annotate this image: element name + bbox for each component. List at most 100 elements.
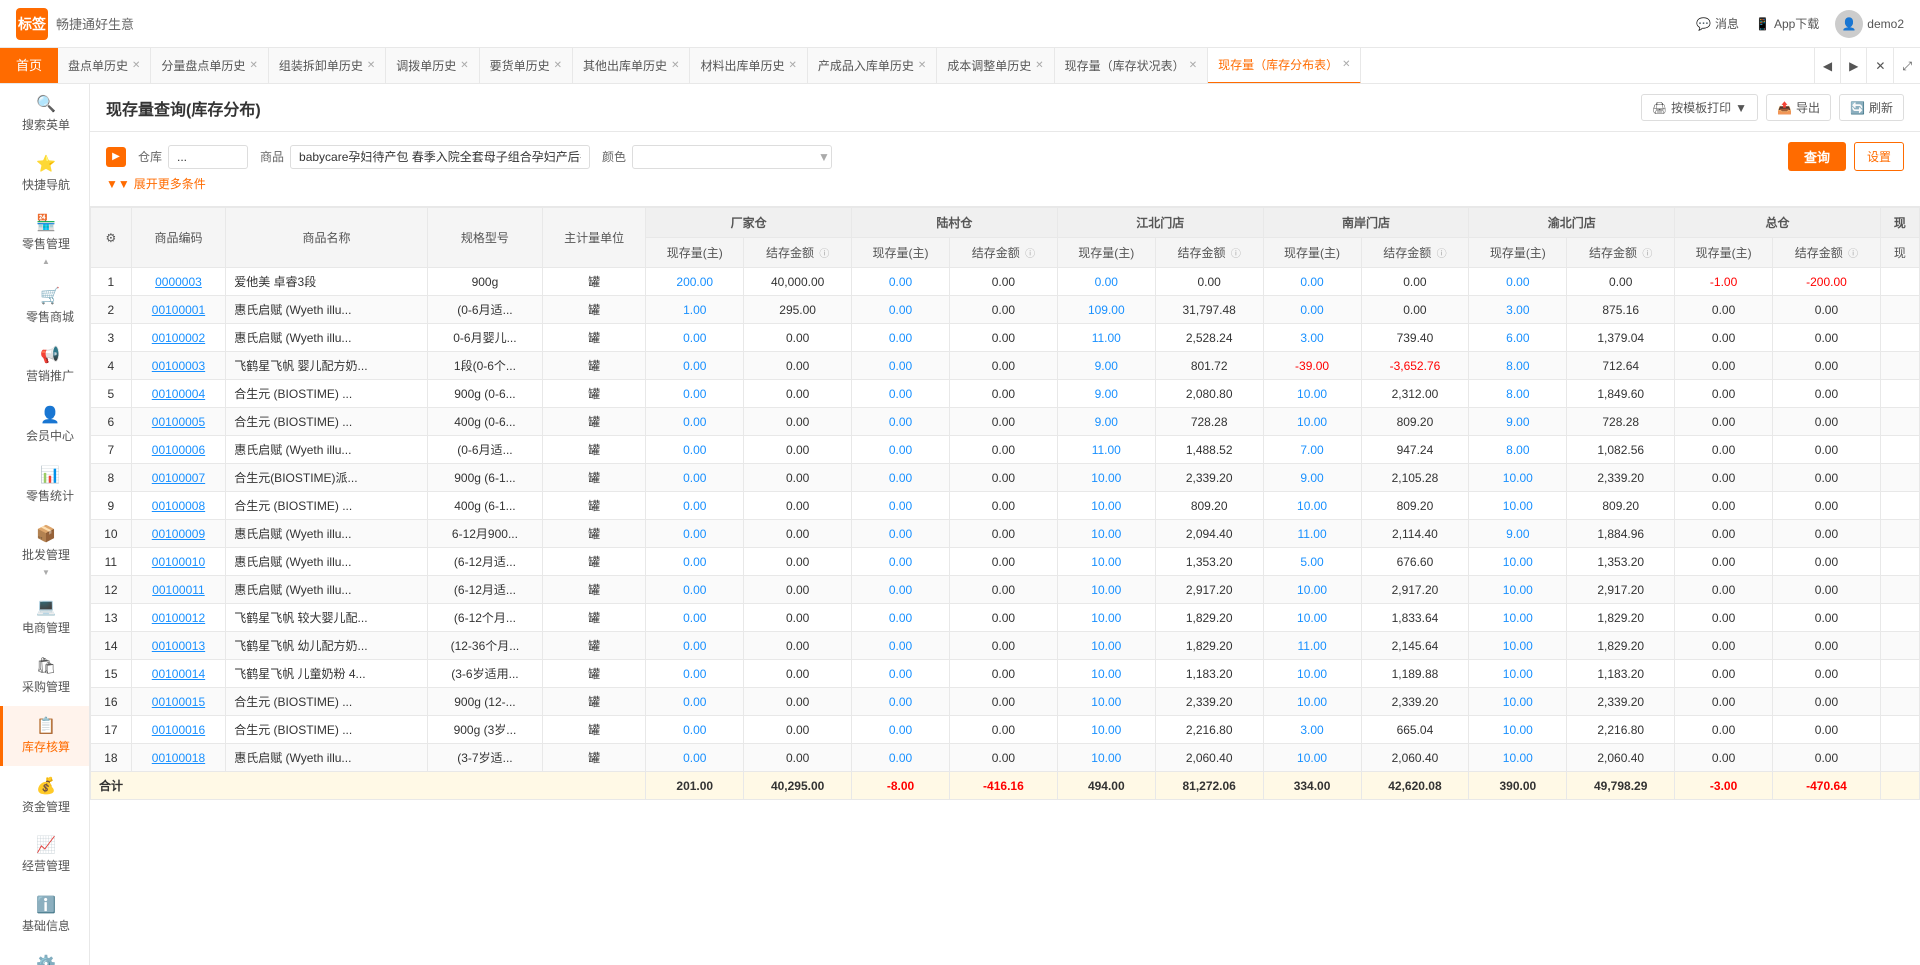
sidebar-item-retail-stats[interactable]: 📊 零售统计 xyxy=(0,455,89,515)
setting-button[interactable]: 设置 xyxy=(1854,142,1904,171)
tab-chengben[interactable]: 成本调整单历史 ✕ xyxy=(937,48,1054,84)
warehouse-input[interactable] xyxy=(168,145,248,169)
row-total-qty: -1.00 xyxy=(1675,268,1773,296)
row-total-qty: 0.00 xyxy=(1675,548,1773,576)
row-na-qty: 10.00 xyxy=(1263,492,1361,520)
row-l-amt: 0.00 xyxy=(950,492,1058,520)
sidebar-item-retail[interactable]: 🏪 零售管理 ▲ xyxy=(0,203,89,276)
user-menu[interactable]: 👤 demo2 xyxy=(1835,10,1904,38)
row-l-qty: 0.00 xyxy=(852,268,950,296)
row-na-qty: 3.00 xyxy=(1263,716,1361,744)
tab-zuchaipu[interactable]: 组装拆卸单历史 ✕ xyxy=(269,48,386,84)
query-button[interactable]: 查询 xyxy=(1788,142,1846,171)
sidebar-item-system[interactable]: ⚙️ 系统管理 xyxy=(0,944,89,965)
row-na-qty: 11.00 xyxy=(1263,632,1361,660)
row-jb-qty: 10.00 xyxy=(1057,604,1155,632)
row-l-amt: 0.00 xyxy=(950,688,1058,716)
row-f-amt: 0.00 xyxy=(744,660,852,688)
content-area: 现存量查询(库存分布) 🖨 按模板打印 ▼ 📤 导出 🔄 刷新 xyxy=(90,84,1920,965)
sidebar-item-search[interactable]: 🔍 搜索英单 xyxy=(0,84,89,144)
row-l-amt: 0.00 xyxy=(950,408,1058,436)
sidebar-item-marketing[interactable]: 📢 营销推广 xyxy=(0,335,89,395)
col-current-header: 现 xyxy=(1880,208,1919,238)
sidebar-item-ecommerce[interactable]: 💻 电商管理 xyxy=(0,587,89,647)
export-btn[interactable]: 📤 导出 xyxy=(1766,94,1831,121)
sidebar-item-mall[interactable]: 🛒 零售商城 xyxy=(0,276,89,336)
tab-close-4[interactable]: ✕ xyxy=(460,60,468,71)
row-yb-amt: 1,353.20 xyxy=(1567,548,1675,576)
row-jb-qty: 10.00 xyxy=(1057,548,1155,576)
tab-close-11[interactable]: ✕ xyxy=(1342,59,1350,70)
row-unit: 罐 xyxy=(542,268,645,296)
row-jb-qty: 109.00 xyxy=(1057,296,1155,324)
product-input[interactable] xyxy=(290,145,590,169)
row-no: 9 xyxy=(91,492,132,520)
row-no: 12 xyxy=(91,576,132,604)
print-btn[interactable]: 🖨 按模板打印 ▼ xyxy=(1641,94,1758,121)
summary-l-amt: -416.16 xyxy=(950,772,1058,800)
row-total-qty: 0.00 xyxy=(1675,380,1773,408)
sidebar-item-wholesale[interactable]: 📦 批发管理 ▼ xyxy=(0,514,89,587)
tab-xiancun-status[interactable]: 现存量（库存状况表） ✕ xyxy=(1055,48,1208,84)
table-row: 9 00100008 合生元 (BIOSTIME) ... 400g (6-1.… xyxy=(91,492,1920,520)
tab-expand[interactable]: ⤢ xyxy=(1893,48,1920,84)
tab-close[interactable]: ✕ xyxy=(132,60,140,71)
sidebar-item-basic[interactable]: ℹ️ 基础信息 xyxy=(0,885,89,945)
row-l-qty: 0.00 xyxy=(852,604,950,632)
row-spec: 0-6月婴儿... xyxy=(427,324,542,352)
row-total-amt: 0.00 xyxy=(1773,520,1881,548)
row-l-qty: 0.00 xyxy=(852,380,950,408)
row-total-qty: 0.00 xyxy=(1675,716,1773,744)
tab-next[interactable]: ▶ xyxy=(1840,48,1866,84)
row-jb-qty: 9.00 xyxy=(1057,408,1155,436)
tab-close-6[interactable]: ✕ xyxy=(671,60,679,71)
row-jb-amt: 1,353.20 xyxy=(1155,548,1263,576)
tab-close-10[interactable]: ✕ xyxy=(1189,60,1197,71)
row-na-amt: 2,145.64 xyxy=(1361,632,1469,660)
tab-diaob[interactable]: 调拨单历史 ✕ xyxy=(386,48,479,84)
expand-filter-btn[interactable]: ▼▼ 展开更多条件 xyxy=(106,171,1904,196)
tab-close-2[interactable]: ✕ xyxy=(249,60,257,71)
row-yb-qty: 8.00 xyxy=(1469,436,1567,464)
tab-close-9[interactable]: ✕ xyxy=(1035,60,1043,71)
sidebar-item-purchase[interactable]: 🛍 采购管理 xyxy=(0,646,89,706)
tab-yaohuo[interactable]: 要货单历史 ✕ xyxy=(480,48,573,84)
tab-pandian[interactable]: 盘点单历史 ✕ xyxy=(58,48,151,84)
tab-close-3[interactable]: ✕ xyxy=(367,60,375,71)
tab-home[interactable]: 首页 xyxy=(0,48,58,84)
refresh-btn[interactable]: 🔄 刷新 xyxy=(1839,94,1904,121)
tab-fenpan[interactable]: 分量盘点单历史 ✕ xyxy=(151,48,268,84)
tab-close-all[interactable]: ✕ xyxy=(1866,48,1893,84)
tab-chanpin[interactable]: 产成品入库单历史 ✕ xyxy=(808,48,937,84)
row-na-qty: 3.00 xyxy=(1263,324,1361,352)
sidebar-item-finance[interactable]: 💰 资金管理 xyxy=(0,766,89,826)
row-total-amt: 0.00 xyxy=(1773,492,1881,520)
row-spec: 400g (6-1... xyxy=(427,492,542,520)
tab-xiancun-dist[interactable]: 现存量（库存分布表） ✕ xyxy=(1208,48,1361,84)
tab-cailiao[interactable]: 材料出库单历史 ✕ xyxy=(690,48,807,84)
table-container[interactable]: ⚙ 商品编码 商品名称 规格型号 主计量单位 厂家仓 陆村仓 江北门店 南岸门店… xyxy=(90,207,1920,965)
row-jb-qty: 10.00 xyxy=(1057,716,1155,744)
sidebar-item-business[interactable]: 📈 经营管理 xyxy=(0,825,89,885)
row-spec: 900g (12-... xyxy=(427,688,542,716)
sidebar-item-member[interactable]: 👤 会员中心 xyxy=(0,395,89,455)
row-na-amt: 1,189.88 xyxy=(1361,660,1469,688)
message-btn[interactable]: 💬 消息 xyxy=(1696,15,1739,32)
color-input[interactable] xyxy=(632,145,832,169)
sidebar-item-nav[interactable]: ⭐ 快捷导航 xyxy=(0,144,89,204)
table-row: 5 00100004 合生元 (BIOSTIME) ... 900g (0-6.… xyxy=(91,380,1920,408)
tab-prev[interactable]: ◀ xyxy=(1814,48,1840,84)
tab-qita[interactable]: 其他出库单历史 ✕ xyxy=(573,48,690,84)
row-code: 00100011 xyxy=(131,576,225,604)
row-jb-amt: 2,339.20 xyxy=(1155,688,1263,716)
sidebar-item-inventory[interactable]: 📋 库存核算 xyxy=(0,706,89,766)
tab-close-5[interactable]: ✕ xyxy=(554,60,562,71)
tab-close-8[interactable]: ✕ xyxy=(918,60,926,71)
row-code: 00100002 xyxy=(131,324,225,352)
row-jb-qty: 9.00 xyxy=(1057,352,1155,380)
app-download-btn[interactable]: 📱 App下载 xyxy=(1755,15,1819,32)
row-yb-amt: 2,060.40 xyxy=(1567,744,1675,772)
tab-close-7[interactable]: ✕ xyxy=(788,60,796,71)
toggle-filter-btn[interactable]: ▶ xyxy=(106,147,126,167)
row-curr xyxy=(1880,520,1919,548)
